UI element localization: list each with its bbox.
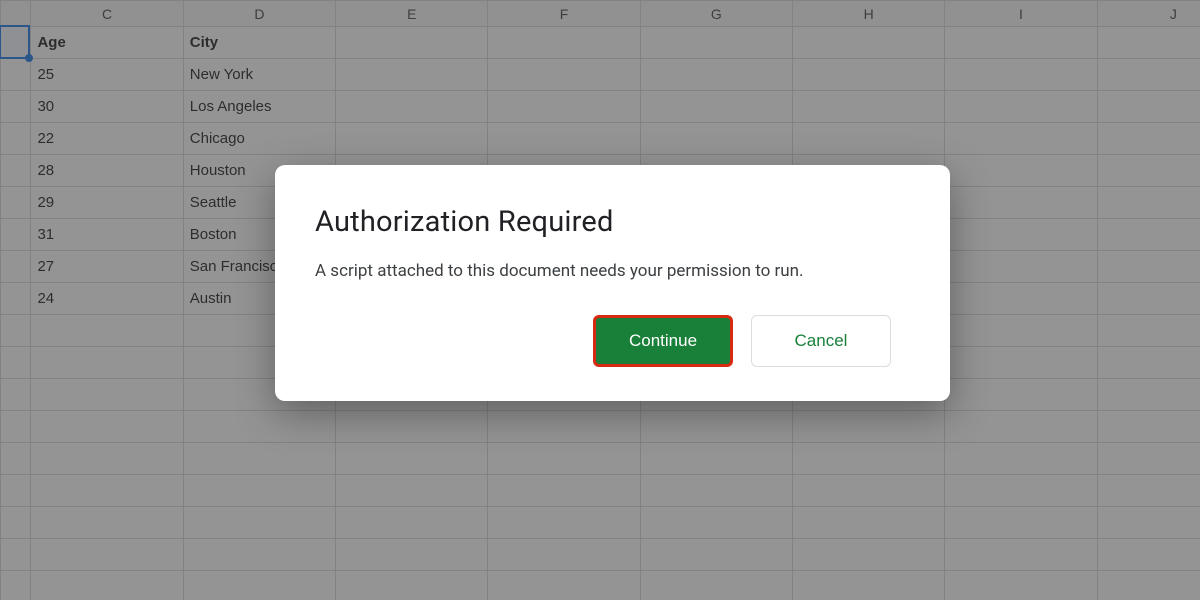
continue-button[interactable]: Continue <box>593 315 733 367</box>
cancel-button[interactable]: Cancel <box>751 315 891 367</box>
dialog-actions: Continue Cancel <box>315 315 910 367</box>
dialog-title: Authorization Required <box>315 205 910 239</box>
dialog-body: A script attached to this document needs… <box>315 261 910 281</box>
authorization-dialog: Authorization Required A script attached… <box>275 165 950 401</box>
